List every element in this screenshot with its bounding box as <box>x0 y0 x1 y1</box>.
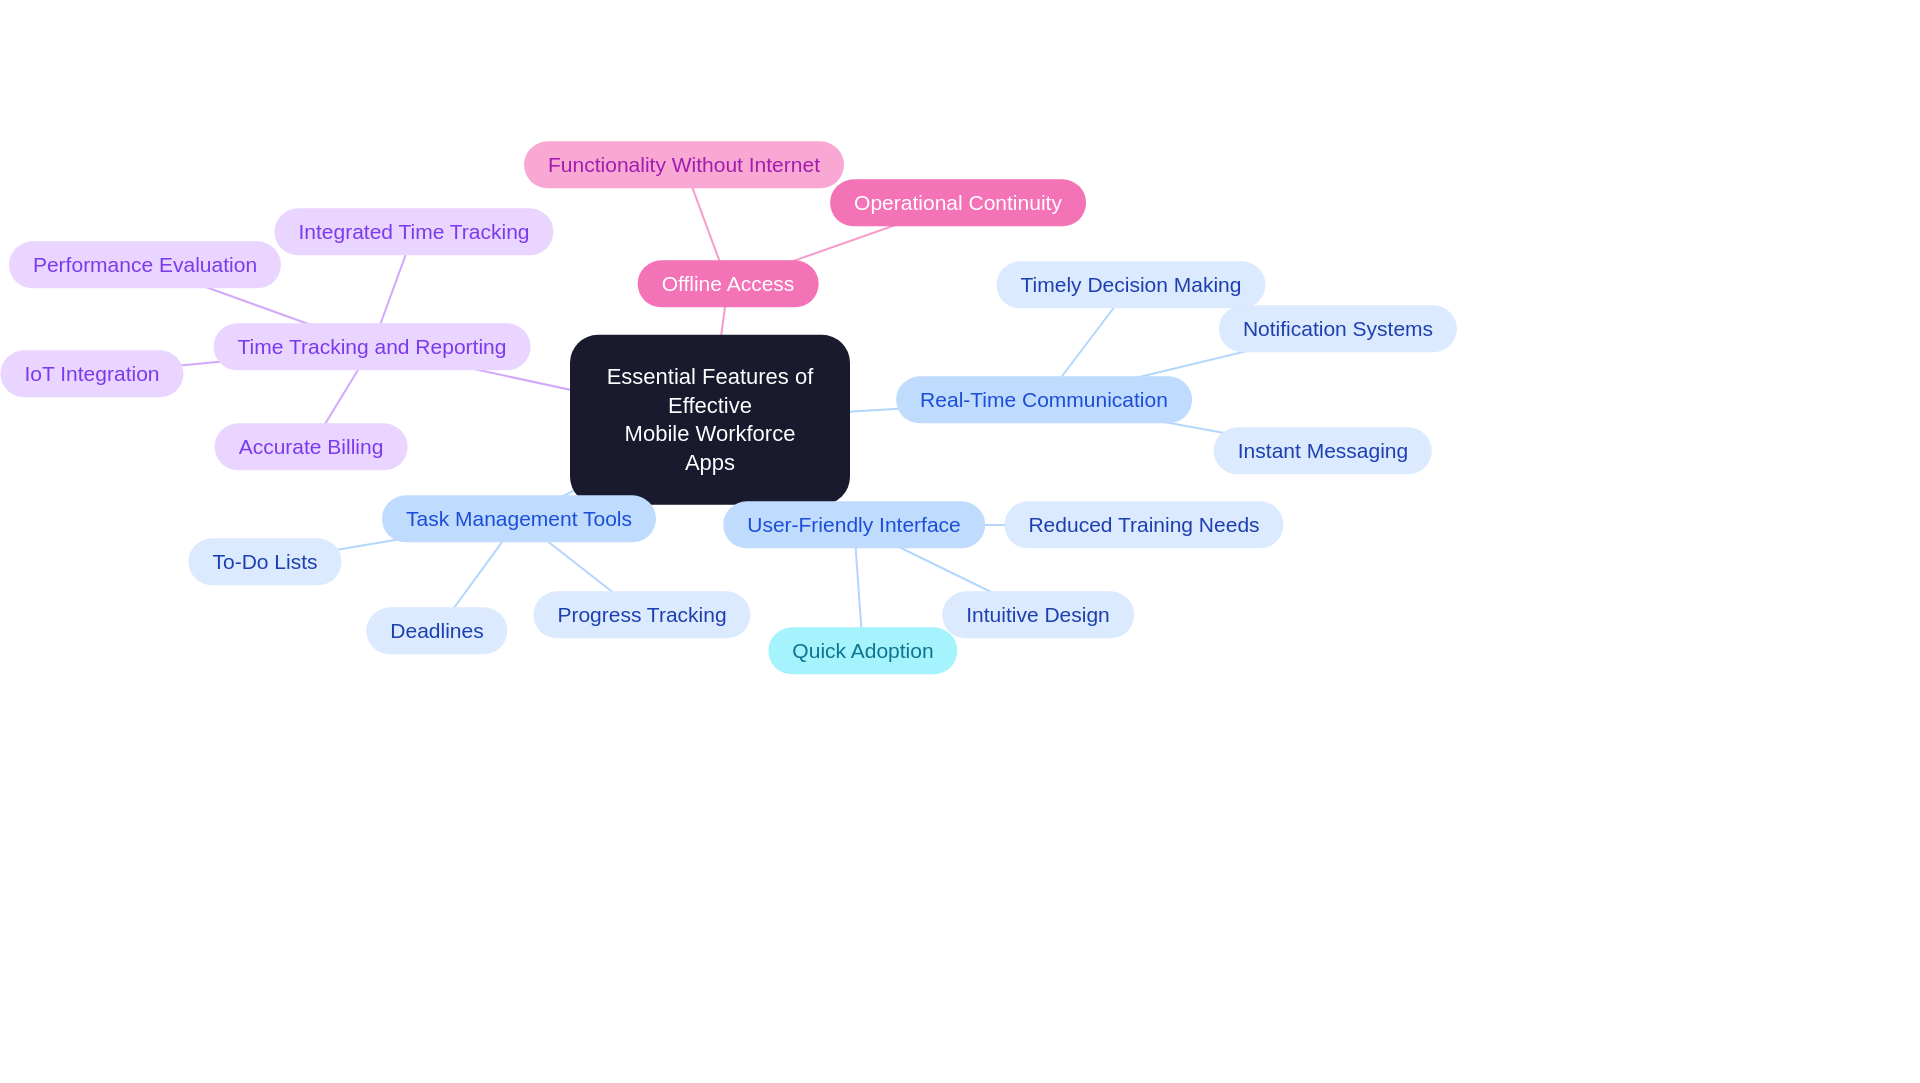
node-accurate-billing: Accurate Billing <box>215 423 408 470</box>
node-functionality: Functionality Without Internet <box>524 141 844 188</box>
node-todo: To-Do Lists <box>188 538 341 585</box>
node-timely-decision: Timely Decision Making <box>997 261 1266 308</box>
center-node: Essential Features of Effective Mobile W… <box>570 335 850 505</box>
node-deadlines: Deadlines <box>366 607 507 654</box>
node-offline-access: Offline Access <box>638 260 819 307</box>
node-notification: Notification Systems <box>1219 305 1457 352</box>
node-user-friendly: User-Friendly Interface <box>723 501 985 548</box>
node-progress: Progress Tracking <box>533 591 750 638</box>
node-iot: IoT Integration <box>0 350 183 397</box>
node-realtime-comm: Real-Time Communication <box>896 376 1192 423</box>
node-instant-msg: Instant Messaging <box>1214 427 1432 474</box>
node-task-management: Task Management Tools <box>382 495 656 542</box>
node-performance: Performance Evaluation <box>9 241 281 288</box>
node-intuitive: Intuitive Design <box>942 591 1134 638</box>
center-label: Essential Features of Effective Mobile W… <box>600 363 820 477</box>
node-reduced-training: Reduced Training Needs <box>1004 501 1283 548</box>
node-integrated: Integrated Time Tracking <box>274 208 553 255</box>
node-quick-adoption: Quick Adoption <box>768 627 957 674</box>
node-time-tracking: Time Tracking and Reporting <box>214 323 531 370</box>
node-operational: Operational Continuity <box>830 179 1086 226</box>
